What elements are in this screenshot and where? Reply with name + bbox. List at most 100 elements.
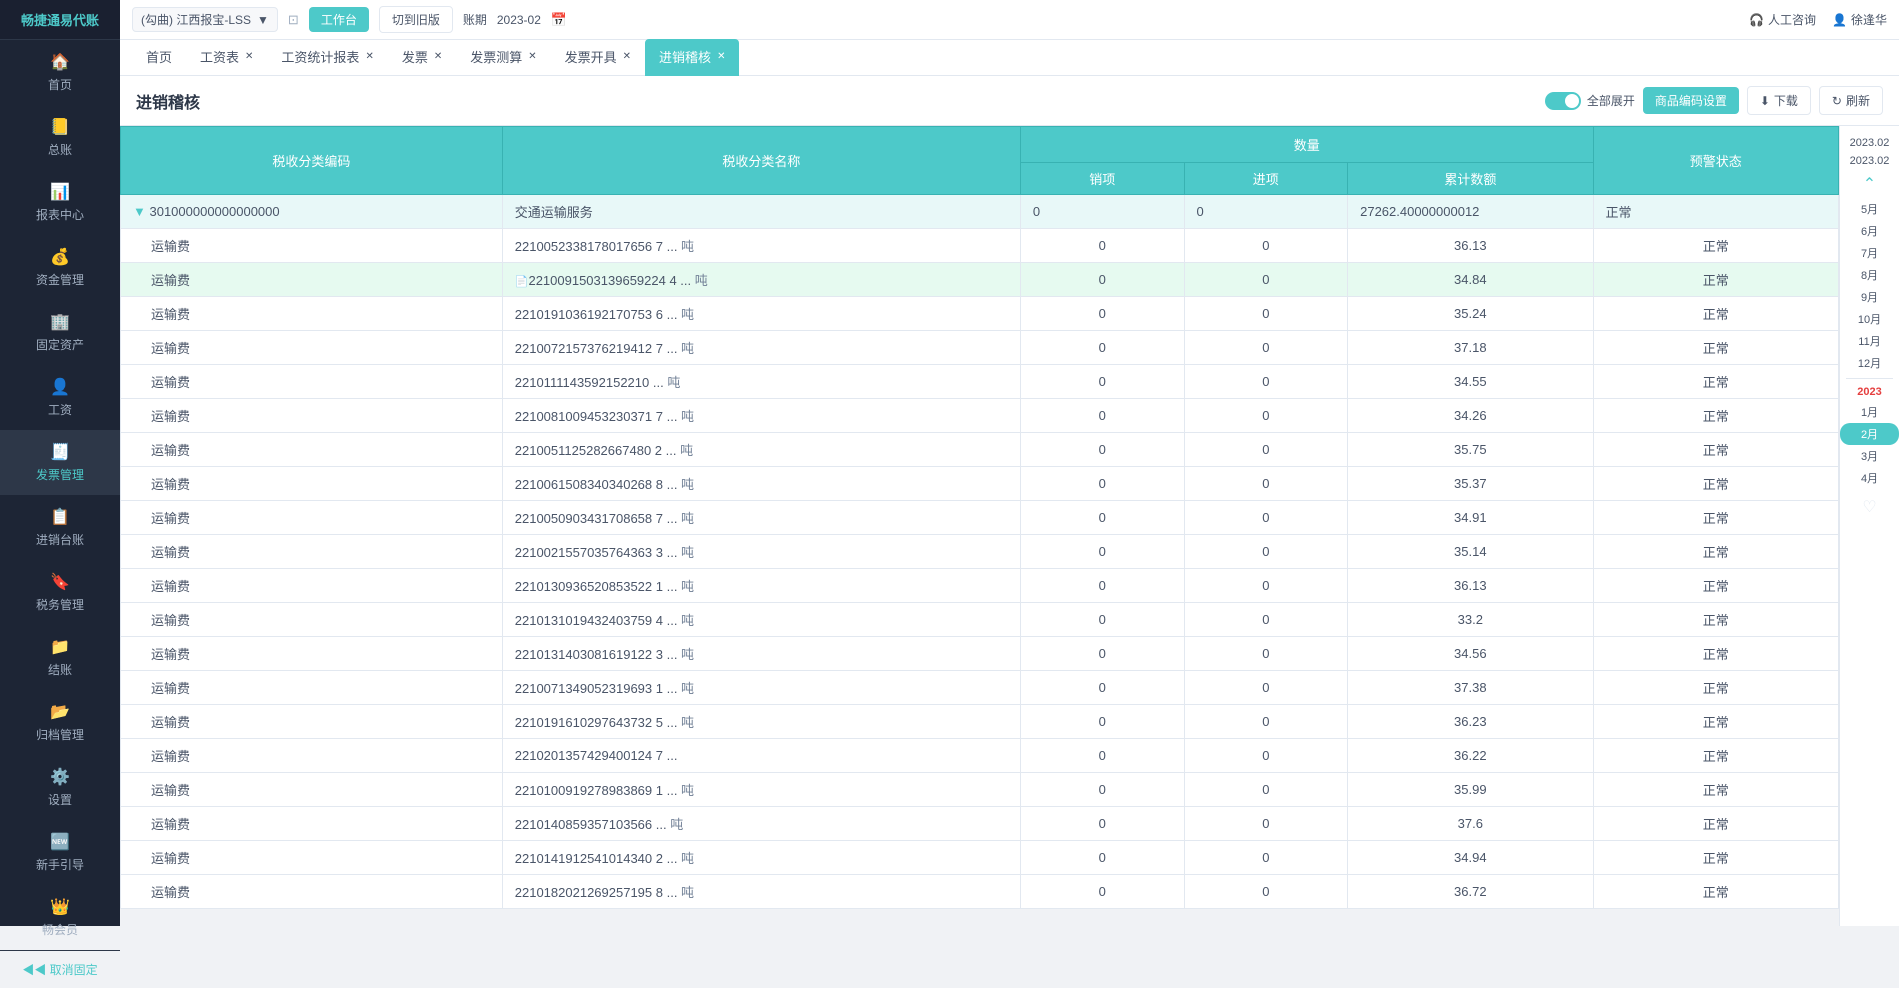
table-row[interactable]: 运输费 2210130936520853522 1 ... 吨 0 0 36.1… [121, 569, 1839, 603]
table-row[interactable]: 运输费 2210140859357103566 ... 吨 0 0 37.6 正… [121, 807, 1839, 841]
tab-invoice-calc[interactable]: 发票测算 ✕ [456, 39, 550, 76]
tab-close-icon[interactable]: ✕ [434, 51, 442, 62]
support-link[interactable]: 🎧 人工咨询 [1749, 11, 1816, 28]
table-row[interactable]: 运输费 2210131019432403759 4 ... 吨 0 0 33.2… [121, 603, 1839, 637]
company-name: (勾曲) 江西报宝-LSS [141, 11, 251, 28]
table-row[interactable]: 运输费 2210061508340340268 8 ... 吨 0 0 35.3… [121, 467, 1839, 501]
cell-item-name: 运输费 [121, 467, 503, 501]
cell-sales: 0 [1020, 399, 1184, 433]
sidebar-item-sales-ledger[interactable]: 📋 进销台账 [0, 495, 120, 560]
table-row[interactable]: 运输费 2210141912541014340 2 ... 吨 0 0 34.9… [121, 841, 1839, 875]
cell-purchase: 0 [1184, 705, 1348, 739]
expand-toggle[interactable] [1545, 92, 1581, 110]
scroll-up-icon[interactable]: ⌃ [1863, 170, 1876, 198]
month-8[interactable]: 8月 [1840, 264, 1899, 286]
tab-close-icon[interactable]: ✕ [623, 51, 631, 62]
tab-invoice[interactable]: 发票 ✕ [388, 39, 456, 76]
company-selector[interactable]: (勾曲) 江西报宝-LSS ▼ [132, 7, 278, 32]
workspace-button[interactable]: 工作台 [309, 7, 369, 32]
unpin-button[interactable]: ◀◀ 取消固定 [0, 950, 120, 988]
year-2023-label: 2023 [1840, 383, 1899, 401]
cell-total: 27262.40000000012 [1348, 195, 1593, 229]
month-11[interactable]: 11月 [1840, 330, 1899, 352]
tab-sales-reconcile[interactable]: 进销稽核 ✕ [645, 39, 739, 76]
cell-sales: 0 [1020, 195, 1184, 229]
table-row[interactable]: 运输费 2210021557035764363 3 ... 吨 0 0 35.1… [121, 535, 1839, 569]
sidebar-item-finance[interactable]: 💰 资金管理 [0, 235, 120, 300]
month-7[interactable]: 7月 [1840, 242, 1899, 264]
month-3[interactable]: 3月 [1840, 445, 1899, 467]
sidebar-item-close-books[interactable]: 📁 结账 [0, 625, 120, 690]
download-button[interactable]: ⬇ 下载 [1747, 86, 1811, 115]
sidebar-item-ledger[interactable]: 📒 总账 [0, 105, 120, 170]
cell-total: 36.23 [1348, 705, 1593, 739]
table-row[interactable]: 运输费 2210071349052319693 1 ... 吨 0 0 37.3… [121, 671, 1839, 705]
month-5[interactable]: 5月 [1840, 198, 1899, 220]
month-6[interactable]: 6月 [1840, 220, 1899, 242]
tab-home[interactable]: 首页 [132, 39, 186, 76]
table-row[interactable]: 运输费 2210081009453230371 7 ... 吨 0 0 34.2… [121, 399, 1839, 433]
cell-item-name: 运输费 [121, 433, 503, 467]
refresh-icon: ↻ [1832, 94, 1842, 108]
cell-total: 34.26 [1348, 399, 1593, 433]
cell-total: 36.72 [1348, 875, 1593, 909]
cell-sales: 0 [1020, 535, 1184, 569]
month-2-active[interactable]: 2月 [1840, 423, 1899, 445]
sidebar-item-tax[interactable]: 🔖 税务管理 [0, 560, 120, 625]
table-row[interactable]: 运输费 2210191036192170753 6 ... 吨 0 0 35.2… [121, 297, 1839, 331]
sidebar-item-settings[interactable]: ⚙️ 设置 [0, 755, 120, 820]
table-row[interactable]: 运输费 2210050903431708658 7 ... 吨 0 0 34.9… [121, 501, 1839, 535]
cell-sales: 0 [1020, 705, 1184, 739]
month-4[interactable]: 4月 [1840, 467, 1899, 489]
cell-status: 正常 [1593, 229, 1838, 263]
table-row[interactable]: 运输费 2210051125282667480 2 ... 吨 0 0 35.7… [121, 433, 1839, 467]
tab-invoice-issue[interactable]: 发票开具 ✕ [551, 39, 645, 76]
tab-close-icon[interactable]: ✕ [717, 51, 725, 62]
tab-close-icon[interactable]: ✕ [365, 51, 373, 62]
cell-item-name: 运输费 [121, 603, 503, 637]
tab-salary-table[interactable]: 工资表 ✕ [186, 39, 267, 76]
page-title: 进销稽核 [136, 89, 200, 113]
table-row[interactable]: 运输费 2210201357429400124 7 ... 0 0 36.22 … [121, 739, 1839, 773]
sidebar-item-home[interactable]: 🏠 首页 [0, 40, 120, 105]
table-row[interactable]: ▼ 301000000000000000 交通运输服务 0 0 27262.40… [121, 195, 1839, 229]
year-2023-label-top: 2023.02 [1840, 134, 1899, 152]
sidebar-item-assets[interactable]: 🏢 固定资产 [0, 300, 120, 365]
calendar-icon[interactable]: 📅 [551, 12, 567, 28]
table-row[interactable]: 运输费 2210072157376219412 7 ... 吨 0 0 37.1… [121, 331, 1839, 365]
settings-button[interactable]: 商品编码设置 [1643, 87, 1739, 114]
month-1[interactable]: 1月 [1840, 401, 1899, 423]
sidebar-item-archive[interactable]: 📂 归档管理 [0, 690, 120, 755]
sidebar-item-invoice[interactable]: 🧾 发票管理 [0, 430, 120, 495]
table-row[interactable]: 运输费 2210131403081619122 3 ... 吨 0 0 34.5… [121, 637, 1839, 671]
tab-label: 发票开具 [565, 47, 617, 66]
table-row[interactable]: 运输费 2210111143592152210 ... 吨 0 0 34.55 … [121, 365, 1839, 399]
cell-status: 正常 [1593, 365, 1838, 399]
cell-taxcode: 2210140859357103566 ... 吨 [502, 807, 1020, 841]
table-row[interactable]: 运输费 2210182021269257195 8 ... 吨 0 0 36.7… [121, 875, 1839, 909]
month-10[interactable]: 10月 [1840, 308, 1899, 330]
month-12[interactable]: 12月 [1840, 352, 1899, 374]
month-9[interactable]: 9月 [1840, 286, 1899, 308]
refresh-button[interactable]: ↻ 刷新 [1819, 86, 1883, 115]
sidebar-item-guide[interactable]: 🆕 新手引导 [0, 820, 120, 885]
sidebar-item-reports[interactable]: 📊 报表中心 [0, 170, 120, 235]
cell-purchase: 0 [1184, 569, 1348, 603]
table-row[interactable]: 运输费 2210191610297643732 5 ... 吨 0 0 36.2… [121, 705, 1839, 739]
cell-status: 正常 [1593, 637, 1838, 671]
switch-version-button[interactable]: 切到旧版 [379, 6, 453, 33]
table-row[interactable]: 运输费 2210100919278983869 1 ... 吨 0 0 35.9… [121, 773, 1839, 807]
user-profile[interactable]: 👤 徐逢华 [1832, 11, 1887, 28]
tab-close-icon[interactable]: ✕ [245, 51, 253, 62]
tab-close-icon[interactable]: ✕ [528, 51, 536, 62]
tab-label: 发票 [402, 47, 428, 66]
toggle-label: 全部展开 [1587, 92, 1635, 109]
table-row[interactable]: 运输费 📄2210091503139659224 4 ... 吨 0 0 34.… [121, 263, 1839, 297]
sidebar-item-salary[interactable]: 👤 工资 [0, 365, 120, 430]
cell-item-name: 运输费 [121, 569, 503, 603]
sidebar-item-membership[interactable]: 👑 畅会员 [0, 885, 120, 950]
table-row[interactable]: 运输费 2210052338178017656 7 ... 吨 0 0 36.1… [121, 229, 1839, 263]
tab-salary-stats[interactable]: 工资统计报表 ✕ [267, 39, 387, 76]
copy-icon[interactable]: ⊡ [288, 12, 299, 28]
cell-taxcode: 2210052338178017656 7 ... 吨 [502, 229, 1020, 263]
